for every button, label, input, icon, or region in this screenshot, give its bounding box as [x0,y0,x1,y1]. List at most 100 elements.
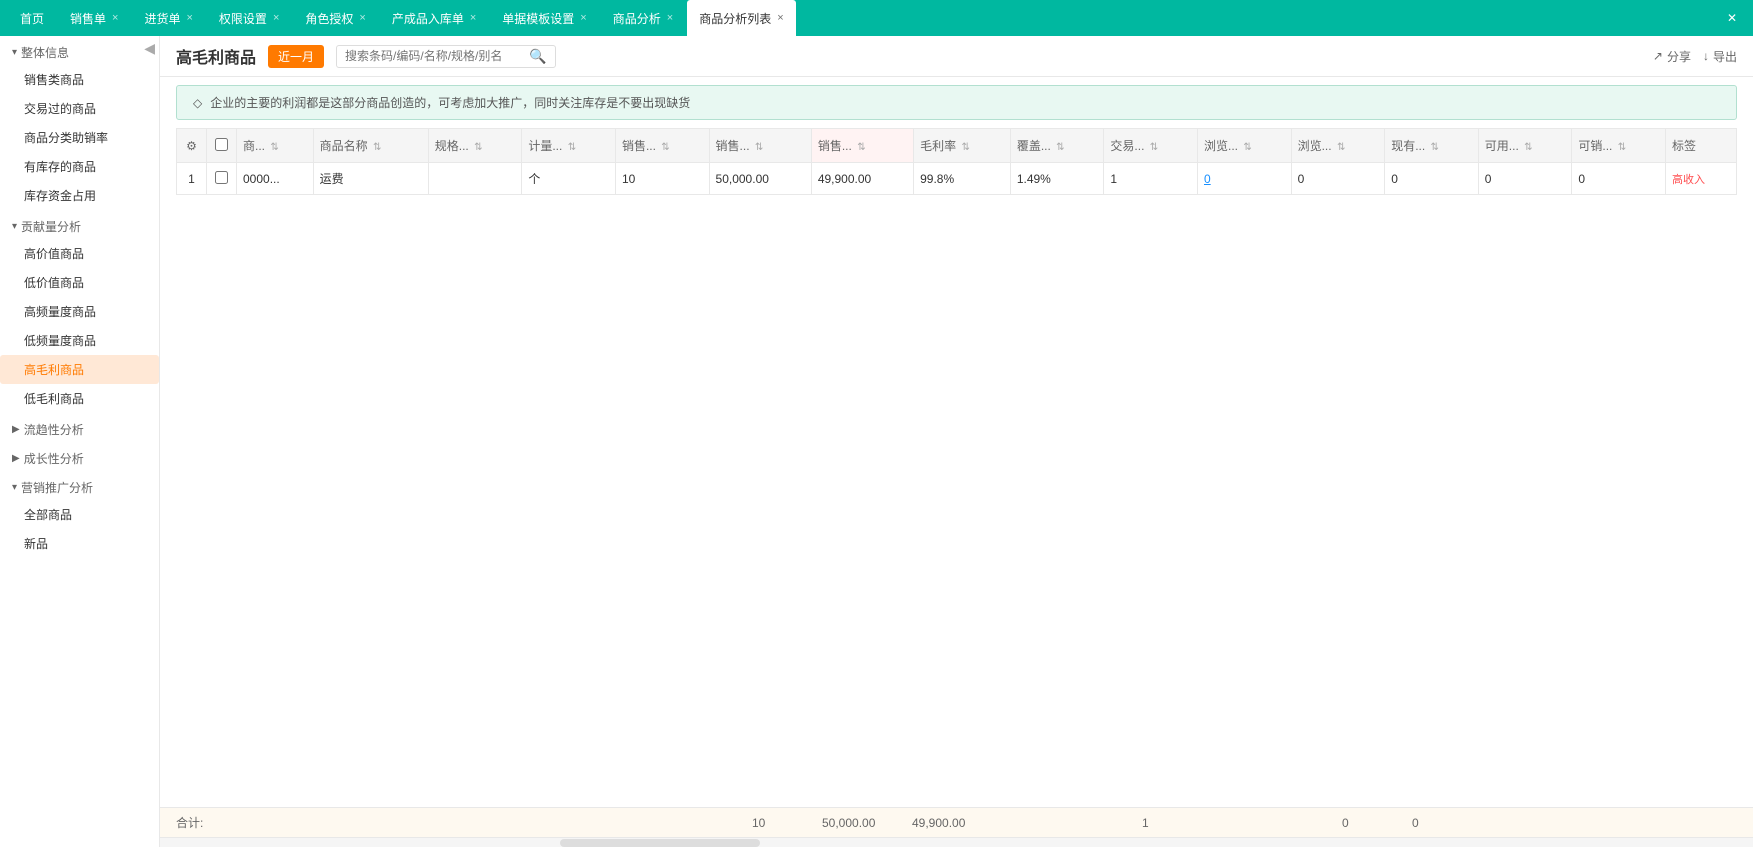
sort-sales-amt-icon: ⇅ [755,142,763,153]
page-title: 高毛利商品 [176,44,256,68]
sidebar-item-low-freq[interactable]: 低频量度商品 [0,326,159,355]
nav-template-close[interactable]: × [580,12,586,24]
sidebar-group-contribution[interactable]: ▾ 贡献量分析 [0,210,159,239]
col-tag[interactable]: 标签 [1665,129,1736,163]
col-sales-amt[interactable]: 销售... ⇅ [709,129,811,163]
horizontal-scrollbar[interactable] [160,837,1753,847]
search-box: 🔍 [336,45,556,68]
nav-home[interactable]: 首页 [8,0,56,36]
cell-sales-qty: 10 [615,163,709,195]
sidebar-item-low-margin[interactable]: 低毛利商品 [0,384,159,413]
col-spec[interactable]: 规格... ⇅ [428,129,522,163]
cell-name: 运费 [313,163,428,195]
filter-recent-month-btn[interactable]: 近一月 [268,45,324,68]
sidebar-item-high-value[interactable]: 高价值商品 [0,239,159,268]
nav-purchase-close[interactable]: × [186,12,192,24]
col-unit[interactable]: 计量... ⇅ [522,129,616,163]
cell-checkbox[interactable] [207,163,237,195]
nav-purchase[interactable]: 进货单 × [132,0,204,36]
nav-product-analysis-list[interactable]: 商品分析列表 × [687,0,795,36]
cell-tag: 高收入 [1665,163,1736,195]
content-header: 高毛利商品 近一月 🔍 ↗ 分享 ↓ 导出 [160,36,1753,77]
sort-usable-icon: ⇅ [1524,142,1532,153]
cell-available: 0 [1385,163,1479,195]
sidebar-group-growth[interactable]: ▶ 成长性分析 [0,442,159,471]
col-sales-cost[interactable]: 销售... ⇅ [811,129,913,163]
search-icon[interactable]: 🔍 [529,48,546,65]
nav-permission-close[interactable]: × [273,12,279,24]
col-gross-rate[interactable]: 毛利率 ⇅ [914,129,1011,163]
info-text: 企业的主要的利润都是这部分商品创造的，可考虑加大推广，同时关注库存是不要出现缺货 [210,94,690,111]
nav-permission[interactable]: 权限设置 × [207,0,291,36]
row-checkbox[interactable] [215,171,228,184]
sort-trade-icon: ⇅ [1150,142,1158,153]
col-settings[interactable]: ⚙ [177,129,207,163]
info-icon: ◇ [193,96,202,110]
col-available[interactable]: 现有... ⇅ [1385,129,1479,163]
col-sales-qty[interactable]: 销售... ⇅ [615,129,709,163]
cell-sales-cost: 49,900.00 [811,163,913,195]
sidebar-item-stock-goods[interactable]: 有库存的商品 [0,152,159,181]
nav-sales[interactable]: 销售单 × [58,0,130,36]
sort-unit-icon: ⇅ [568,142,576,153]
sidebar-item-new-goods[interactable]: 新品 [0,529,159,558]
col-trade[interactable]: 交易... ⇅ [1104,129,1198,163]
cell-unit: 个 [522,163,616,195]
share-icon: ↗ [1653,49,1663,63]
sidebar-item-all-goods[interactable]: 全部商品 [0,500,159,529]
share-btn[interactable]: ↗ 分享 [1653,48,1691,65]
col-checkbox[interactable] [207,129,237,163]
col-coverage[interactable]: 覆盖... ⇅ [1010,129,1104,163]
nav-product-analysis-list-close[interactable]: × [777,12,783,24]
sidebar-item-sales-goods[interactable]: 销售类商品 [0,65,159,94]
tag-badge: 高收入 [1672,174,1705,186]
cell-sellable: 0 [1572,163,1666,195]
sidebar-group-overall[interactable]: ▾ 整体信息 [0,36,159,65]
cell-sales-amt: 50,000.00 [709,163,811,195]
nav-template[interactable]: 单据模板设置 × [490,0,598,36]
cell-gross-rate: 99.8% [914,163,1011,195]
nav-sales-close[interactable]: × [112,12,118,24]
sidebar-item-traded-goods[interactable]: 交易过的商品 [0,94,159,123]
footer-sales-cost: 49,900.00 [906,816,996,830]
nav-product-analysis[interactable]: 商品分析 × [601,0,685,36]
close-all-btn[interactable]: ✕ [1719,7,1745,29]
cell-usable: 0 [1478,163,1572,195]
nav-product-analysis-close[interactable]: × [667,12,673,24]
col-browse1[interactable]: 浏览... ⇅ [1198,129,1292,163]
cell-browse1[interactable]: 0 [1198,163,1292,195]
sort-sellable-icon: ⇅ [1618,142,1626,153]
sidebar-item-high-freq[interactable]: 高频量度商品 [0,297,159,326]
cell-num: 1 [177,163,207,195]
footer-sales-qty: 10 [746,816,816,830]
col-sellable[interactable]: 可销... ⇅ [1572,129,1666,163]
nav-product-inbound-close[interactable]: × [470,12,476,24]
search-input[interactable] [345,49,525,63]
cell-trade: 1 [1104,163,1198,195]
nav-role[interactable]: 角色授权 × [293,0,377,36]
col-code[interactable]: 商... ⇅ [237,129,314,163]
sidebar-collapse-btn[interactable]: ◀ [144,40,155,57]
sidebar-item-category-rate[interactable]: 商品分类助销率 [0,123,159,152]
export-icon: ↓ [1703,49,1709,63]
table-row: 1 0000... 运费 个 10 50,000.00 49,900.00 99… [177,163,1737,195]
col-name[interactable]: 商品名称 ⇅ [313,129,428,163]
sidebar-item-stock-capital[interactable]: 库存资金占用 [0,181,159,210]
sidebar-group-trend[interactable]: ▶ 流趋性分析 [0,413,159,442]
sidebar-item-low-value[interactable]: 低价值商品 [0,268,159,297]
sidebar-group-marketing[interactable]: ▾ 营销推广分析 [0,471,159,500]
footer-available: 0 [1336,816,1406,830]
top-nav: 首页 销售单 × 进货单 × 权限设置 × 角色授权 × 产成品入库单 × 单据… [0,0,1753,36]
col-usable[interactable]: 可用... ⇅ [1478,129,1572,163]
scrollbar-thumb[interactable] [560,839,760,847]
nav-product-inbound[interactable]: 产成品入库单 × [380,0,488,36]
sidebar-item-high-margin[interactable]: 高毛利商品 [0,355,159,384]
select-all-checkbox[interactable] [215,138,228,151]
nav-role-close[interactable]: × [359,12,365,24]
footer-usable: 0 [1406,816,1476,830]
table-wrapper[interactable]: ⚙ 商... ⇅ 商品名称 ⇅ [160,128,1753,807]
main-layout: ◀ ▾ 整体信息 销售类商品 交易过的商品 商品分类助销率 有库存的商品 库存资… [0,36,1753,847]
col-browse2[interactable]: 浏览... ⇅ [1291,129,1385,163]
header-actions: ↗ 分享 ↓ 导出 [1653,48,1737,65]
export-btn[interactable]: ↓ 导出 [1703,48,1737,65]
